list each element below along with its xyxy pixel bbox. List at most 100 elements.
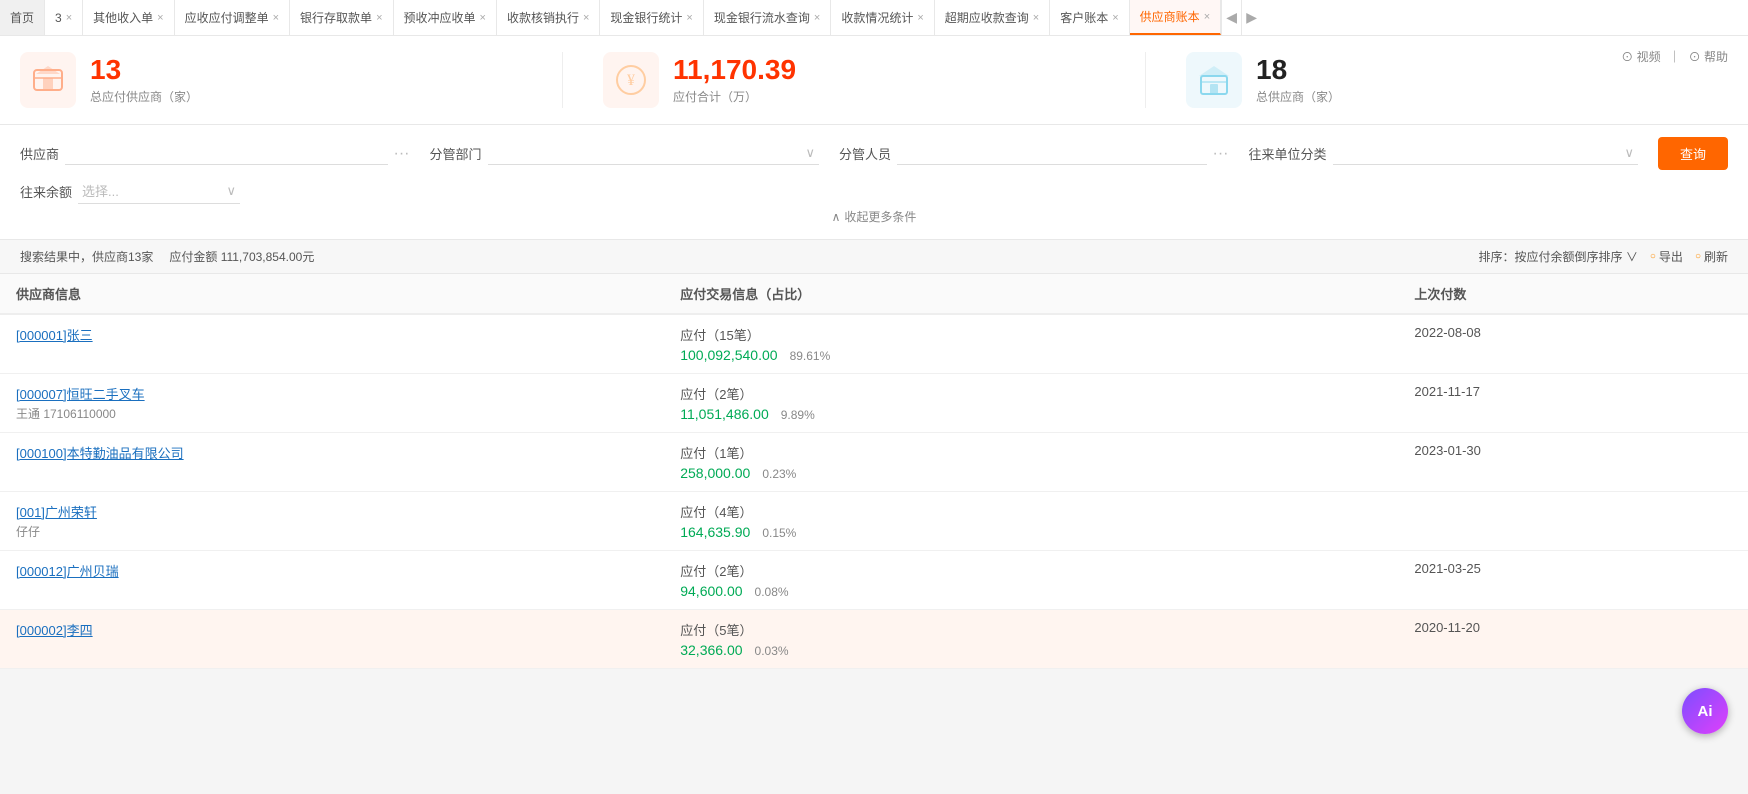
payable-cell: 应付（4笔）164,635.900.15% — [664, 492, 1398, 551]
supplier-link[interactable]: [000007]恒旺二手叉车 — [16, 387, 145, 402]
payable-pct: 0.15% — [762, 526, 796, 540]
result-bar-right: 排序：按应付余额倒序排序 ∨ ○ 导出 ○ 刷新 — [1479, 248, 1729, 265]
summary-card-payable-amount: ¥ 11,170.39 应付合计（万） — [563, 52, 1146, 108]
export-link[interactable]: ○ 导出 — [1650, 248, 1683, 265]
nav-tab-prepay-ar[interactable]: 预收冲应收单 × — [394, 0, 497, 35]
collapse-icon: ∧ — [832, 210, 841, 224]
person-input[interactable] — [897, 143, 1207, 165]
nav-tab-ar-ap-adjust-close[interactable]: × — [273, 12, 279, 24]
payable-cell: 应付（2笔）94,600.000.08% — [664, 551, 1398, 610]
last-pay-cell: 2022-08-08 — [1398, 314, 1748, 374]
balance-select[interactable]: 选择... ∨ — [78, 178, 240, 204]
supplier-dots[interactable]: ··· — [394, 145, 410, 163]
filter-category-label: 往来单位分类 — [1249, 144, 1327, 163]
nav-tab-ar-ap-adjust[interactable]: 应收应付调整单 × — [175, 0, 290, 35]
nav-tab-cash-bank-flow-close[interactable]: × — [814, 12, 820, 24]
refresh-icon: ○ — [1695, 251, 1701, 262]
sort-link[interactable]: 排序：按应付余额倒序排序 ∨ — [1479, 248, 1638, 265]
last-pay-cell: 2021-11-17 — [1398, 374, 1748, 433]
last-pay-cell: 2023-01-30 — [1398, 433, 1748, 492]
supplier-input[interactable] — [65, 143, 388, 165]
nav-tab-receipt-stat-close[interactable]: × — [917, 12, 923, 24]
nav-tab-3-close[interactable]: × — [66, 12, 72, 24]
payable-amount[interactable]: 100,092,540.00 — [680, 347, 777, 363]
supplier-cell: [001]广州荣轩仔仔 — [0, 492, 664, 551]
payable-pct: 0.23% — [762, 467, 796, 481]
link-separator: ｜ — [1669, 48, 1681, 65]
table-header-row: 供应商信息 应付交易信息（占比） 上次付数 — [0, 274, 1748, 314]
payable-label: 应付 — [680, 387, 706, 402]
payable-amount[interactable]: 32,366.00 — [680, 642, 742, 658]
nav-tab-customer-ledger[interactable]: 客户账本 × — [1050, 0, 1129, 35]
nav-tab-cash-bank-stat[interactable]: 现金银行统计 × — [600, 0, 703, 35]
nav-tab-bank-deposit-close[interactable]: × — [376, 12, 382, 24]
nav-tab-customer-ledger-close[interactable]: × — [1112, 12, 1118, 24]
nav-prev-arrow[interactable]: ◀ — [1221, 0, 1241, 35]
nav-next-arrow[interactable]: ▶ — [1241, 0, 1261, 35]
nav-tab-bank-deposit[interactable]: 银行存取款单 × — [290, 0, 393, 35]
filter-dept-label: 分管部门 — [430, 144, 482, 163]
supplier-icon — [20, 52, 76, 108]
ai-button[interactable]: Ai — [1682, 688, 1728, 734]
collapse-button[interactable]: ∧ 收起更多条件 — [20, 204, 1728, 231]
nav-tab-receipt-stat[interactable]: 收款情况统计 × — [831, 0, 934, 35]
supplier-table: 供应商信息 应付交易信息（占比） 上次付数 [000001]张三 应付（15笔） 1… — [0, 274, 1748, 669]
supplier-link[interactable]: [000100]本特勤油品有限公司 — [16, 446, 184, 461]
nav-tab-supplier-ledger-close[interactable]: × — [1204, 11, 1210, 23]
refresh-label: 刷新 — [1704, 248, 1728, 265]
supplier-link[interactable]: [000002]李四 — [16, 623, 93, 638]
balance-select-arrow: ∨ — [226, 183, 236, 199]
refresh-link[interactable]: ○ 刷新 — [1695, 248, 1728, 265]
payable-amount[interactable]: 258,000.00 — [680, 465, 750, 481]
payable-amount-info: 11,170.39 应付合计（万） — [673, 55, 796, 105]
nav-tab-receipt-verify[interactable]: 收款核销执行 × — [497, 0, 600, 35]
export-icon: ○ — [1650, 251, 1656, 262]
payable-suppliers-number: 13 — [90, 55, 198, 86]
nav-tab-overdue-ar-close[interactable]: × — [1033, 12, 1039, 24]
filter-balance: 往来余额 选择... ∨ — [20, 178, 240, 204]
ai-button-label: Ai — [1698, 703, 1713, 720]
payable-pct: 89.61% — [790, 349, 831, 363]
payable-amount[interactable]: 94,600.00 — [680, 583, 742, 599]
payable-pct: 9.89% — [781, 408, 815, 422]
nav-tab-home[interactable]: 首页 — [0, 0, 45, 35]
nav-tab-3[interactable]: 3 × — [45, 0, 83, 35]
payable-info-line1: 应付（5笔） — [680, 620, 1382, 639]
help-link[interactable]: ⊙ 帮助 — [1689, 48, 1728, 65]
person-dots[interactable]: ··· — [1213, 145, 1229, 163]
collapse-label: 收起更多条件 — [844, 208, 916, 225]
nav-tab-supplier-ledger[interactable]: 供应商账本 × — [1130, 0, 1221, 35]
last-pay-cell: 2020-11-20 — [1398, 610, 1748, 669]
nav-tab-cash-bank-flow[interactable]: 现金银行流水查询 × — [704, 0, 831, 35]
payable-amount[interactable]: 11,051,486.00 — [680, 406, 769, 422]
video-link[interactable]: ⊙ 视频 — [1621, 48, 1660, 65]
supplier-sub: 仔仔 — [16, 523, 648, 540]
payable-cell: 应付（1笔） 258,000.00 0.23% — [664, 433, 1398, 492]
nav-tab-cash-bank-stat-close[interactable]: × — [686, 12, 692, 24]
nav-tab-prepay-ar-close[interactable]: × — [480, 12, 486, 24]
category-select-arrow: ∨ — [1624, 145, 1634, 161]
payable-amount-line: 94,600.000.08% — [680, 583, 1382, 599]
nav-tab-ar-ap-adjust-label: 应收应付调整单 — [185, 9, 269, 26]
payable-info-line1: 应付（1笔） — [680, 443, 1382, 462]
nav-tab-overdue-ar[interactable]: 超期应收款查询 × — [935, 0, 1050, 35]
payable-info-line1: 应付（15笔） — [680, 325, 1382, 344]
supplier-link[interactable]: [000001]张三 — [16, 328, 93, 343]
category-select[interactable]: ∨ — [1333, 142, 1638, 165]
search-button[interactable]: 查询 — [1658, 137, 1728, 170]
supplier-link[interactable]: [001]广州荣轩 — [16, 505, 97, 520]
nav-tab-other-income-close[interactable]: × — [157, 12, 163, 24]
filter-supplier: 供应商 ··· — [20, 143, 410, 165]
payable-amount[interactable]: 164,635.90 — [680, 524, 750, 540]
payable-amount-line: 32,366.000.03% — [680, 642, 1382, 658]
filter-person-label: 分管人员 — [839, 144, 891, 163]
payable-amount-line: 11,051,486.00 9.89% — [680, 406, 1382, 422]
nav-tab-receipt-verify-close[interactable]: × — [583, 12, 589, 24]
dept-select[interactable]: ∨ — [488, 142, 819, 165]
table-row: [000012]广州贝瑞应付（2笔）94,600.000.08%2021-03-… — [0, 551, 1748, 610]
supplier-link[interactable]: [000012]广州贝瑞 — [16, 564, 119, 579]
store-icon — [1186, 52, 1242, 108]
nav-tab-other-income[interactable]: 其他收入单 × — [83, 0, 174, 35]
nav-tab-cash-bank-flow-label: 现金银行流水查询 — [714, 9, 810, 26]
payable-cell: 应付（5笔） 32,366.000.03% — [664, 610, 1398, 669]
